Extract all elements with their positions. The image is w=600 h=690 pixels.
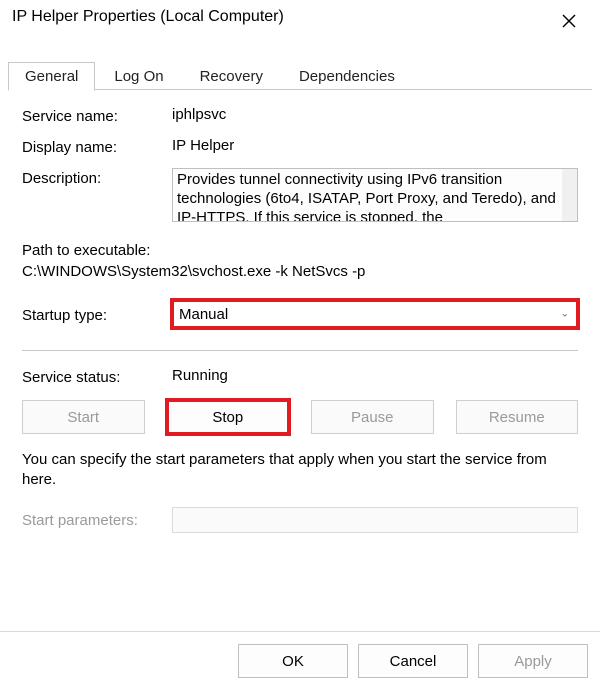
start-parameters-label: Start parameters: [22, 510, 172, 529]
description-label: Description: [22, 168, 172, 187]
tab-log-on[interactable]: Log On [97, 62, 180, 90]
ok-button[interactable]: OK [238, 644, 348, 678]
window-title: IP Helper Properties (Local Computer) [12, 6, 284, 26]
tab-content-general: Service name: iphlpsvc Display name: IP … [0, 90, 600, 631]
service-status-label: Service status: [22, 367, 172, 386]
tab-dependencies[interactable]: Dependencies [282, 62, 412, 90]
service-name-label: Service name: [22, 106, 172, 125]
service-properties-dialog: IP Helper Properties (Local Computer) Ge… [0, 0, 600, 690]
description-content: Provides tunnel connectivity using IPv6 … [177, 171, 556, 222]
pause-button: Pause [311, 400, 434, 434]
start-parameters-input [172, 507, 578, 533]
dialog-footer: OK Cancel Apply [0, 631, 600, 690]
resume-button: Resume [456, 400, 579, 434]
close-icon [562, 14, 576, 28]
startup-type-value: Manual [179, 306, 228, 323]
startup-type-label: Startup type: [22, 305, 172, 324]
chevron-down-icon: ⌄ [561, 309, 569, 320]
display-name-value: IP Helper [172, 137, 578, 154]
service-status-value: Running [172, 367, 578, 384]
cancel-button[interactable]: Cancel [358, 644, 468, 678]
display-name-label: Display name: [22, 137, 172, 156]
separator [22, 350, 578, 351]
startup-type-select[interactable]: Manual ⌄ [172, 300, 578, 328]
description-text[interactable]: Provides tunnel connectivity using IPv6 … [172, 168, 578, 222]
tab-general[interactable]: General [8, 62, 95, 91]
start-parameters-hint: You can specify the start parameters tha… [22, 450, 578, 491]
tab-recovery[interactable]: Recovery [183, 62, 280, 90]
stop-button[interactable]: Stop [167, 400, 290, 434]
close-button[interactable] [548, 6, 590, 36]
path-label: Path to executable: [22, 240, 578, 261]
path-value: C:\WINDOWS\System32\svchost.exe -k NetSv… [22, 261, 578, 282]
title-bar: IP Helper Properties (Local Computer) [0, 0, 600, 40]
apply-button[interactable]: Apply [478, 644, 588, 678]
tab-strip: General Log On Recovery Dependencies [0, 58, 600, 90]
description-scrollbar[interactable] [562, 169, 577, 221]
start-button: Start [22, 400, 145, 434]
service-name-value: iphlpsvc [172, 106, 578, 123]
